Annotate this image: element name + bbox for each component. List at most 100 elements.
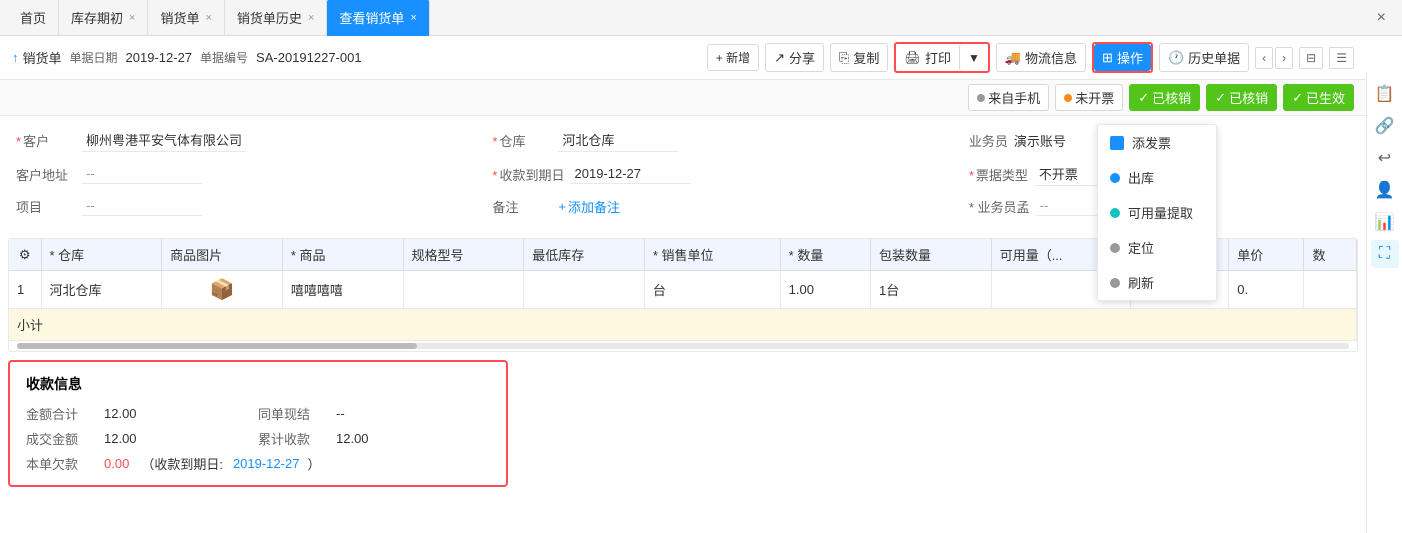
tab-inventory-close[interactable]: × [129,12,135,24]
menu-add-invoice[interactable]: 添发票 [1098,125,1216,160]
owe-label: 本单欠款 [26,454,96,473]
operate-button[interactable]: ⊞ 操作 [1094,44,1151,71]
payment-title: 收款信息 [26,374,490,394]
print-label: 打印 [925,48,951,67]
note-field: 备注 + 添加备注 [492,197,968,216]
tab-inventory-label: 库存期初 [71,8,123,27]
check-button[interactable]: ✓ 已核销 [1129,84,1200,111]
tab-sales-history[interactable]: 销货单历史 × [225,0,327,36]
print-button[interactable]: 🖨 打印 [896,44,959,71]
plus-icon: + [558,199,566,214]
locate-label: 定位 [1128,238,1154,257]
row-unit: 台 [644,271,780,309]
share-button[interactable]: ↗ 分享 [765,43,824,72]
col-spec: 规格型号 [403,239,524,271]
locate-icon [1110,243,1120,253]
window-close-button[interactable]: × [1369,9,1394,27]
tab-sales-label: 销货单 [160,8,199,27]
prev-button[interactable]: ‹ [1255,47,1273,69]
total-label: 金额合计 [26,404,96,423]
col-pack: 包装数量 [871,239,992,271]
row-spec [403,271,524,309]
already-effect-label: 已生效 [1306,88,1345,107]
logistics-button[interactable]: 🚚 物流信息 [996,43,1086,72]
sidebar-icon-chart[interactable]: 📊 [1371,208,1399,236]
doc-info: ↑ 销货单 单据日期 2019-12-27 单据编号 SA-20191227-0… [12,48,362,67]
not-open-dot-icon [1064,94,1072,102]
next-button[interactable]: › [1275,47,1293,69]
cumulative-value: 12.00 [336,431,369,446]
row-pack: 1台 [871,271,992,309]
tab-home[interactable]: 首页 [8,0,59,36]
grid-view-button[interactable]: ⊟ [1299,47,1323,69]
no-label: 单据编号 [200,49,248,66]
doc-type-label: 销货单 [23,48,62,67]
sidebar-icon-user[interactable]: 👤 [1371,176,1399,204]
menu-refresh[interactable]: 刷新 [1098,265,1216,300]
project-value: -- [82,196,202,216]
project-field: 项目 -- [16,196,492,216]
nav-arrows: ‹ › [1255,47,1293,69]
date-value: 2019-12-27 [126,50,193,65]
warehouse-label: *仓库 [492,131,552,150]
salesperson-label: * 业务员孟 [969,197,1030,216]
add-invoice-icon [1110,136,1124,150]
outbound-label: 出库 [1128,168,1154,187]
already-effect-button[interactable]: ✓ 已生效 [1283,84,1354,111]
total-value: 12.00 [104,406,137,421]
already-cancel-button[interactable]: ✓ 已核销 [1206,84,1277,111]
sidebar-icon-doc[interactable]: 📋 [1371,80,1399,108]
tab-sales-close[interactable]: × [205,12,211,24]
col-min-stock: 最低库存 [524,239,645,271]
tab-bar: 首页 库存期初 × 销货单 × 销货单历史 × 查看销货单 × × [0,0,1402,36]
customer-label: *客户 [16,131,76,150]
logistics-label: 物流信息 [1025,48,1077,67]
tab-sales-history-close[interactable]: × [308,12,314,24]
refresh-icon [1110,278,1120,288]
new-button[interactable]: + 新增 [707,44,759,71]
doc-type-icon: ↑ [12,50,19,65]
tab-sales[interactable]: 销货单 × [148,0,224,36]
from-phone-button[interactable]: 来自手机 [968,84,1049,111]
list-view-button[interactable]: ☰ [1329,47,1354,69]
operate-button-wrap: ⊞ 操作 [1092,42,1153,73]
history-icon: 🕐 [1168,50,1184,66]
check-icon: ✓ [1138,90,1149,106]
print-icon: 🖨 [904,50,921,66]
history-button[interactable]: 🕐 历史单据 [1159,43,1249,72]
menu-avail-extract[interactable]: 可用量提取 [1098,195,1216,230]
tab-view-sales-close[interactable]: × [410,12,416,24]
staff-value: 演示账号 [1014,131,1066,150]
print-dropdown[interactable]: ▼ [959,44,988,71]
no-value: SA-20191227-001 [256,50,362,65]
address-value: -- [82,164,202,184]
operate-label: 操作 [1117,48,1143,67]
sidebar-icon-link[interactable]: 🔗 [1371,112,1399,140]
row-img: 📦 [162,271,283,309]
customer-field: *客户 柳州粤港平安气体有限公司 [16,128,492,152]
col-qty: * 数量 [780,239,870,271]
customer-value: 柳州粤港平安气体有限公司 [82,128,246,152]
tab-inventory[interactable]: 库存期初 × [59,0,148,36]
owe-date: 2019-12-27 [233,456,300,471]
col-price: 单价 [1229,239,1304,271]
staff-label: 业务员 [969,131,1008,150]
scroll-thumb[interactable] [17,343,417,349]
copy-button[interactable]: ⎘ 复制 [830,43,888,72]
same-order-row: 同单现结 -- [258,404,490,423]
copy-label: 复制 [853,48,879,67]
operate-dropdown-menu: 添发票 出库 可用量提取 定位 刷新 [1097,124,1217,301]
already-cancel-icon: ✓ [1215,90,1226,106]
deal-amount-label: 成交金额 [26,429,96,448]
refresh-label: 刷新 [1128,273,1154,292]
add-note-label: 添加备注 [568,197,620,216]
row-no: 1 [9,271,41,309]
menu-outbound[interactable]: 出库 [1098,160,1216,195]
horizontal-scrollbar[interactable] [17,343,1349,349]
sidebar-icon-expand[interactable]: ⛶ [1371,240,1399,268]
not-open-button[interactable]: 未开票 [1055,84,1123,111]
add-note-button[interactable]: + 添加备注 [558,197,620,216]
tab-view-sales[interactable]: 查看销货单 × [327,0,429,36]
sidebar-icon-return[interactable]: ↩ [1371,144,1399,172]
menu-locate[interactable]: 定位 [1098,230,1216,265]
